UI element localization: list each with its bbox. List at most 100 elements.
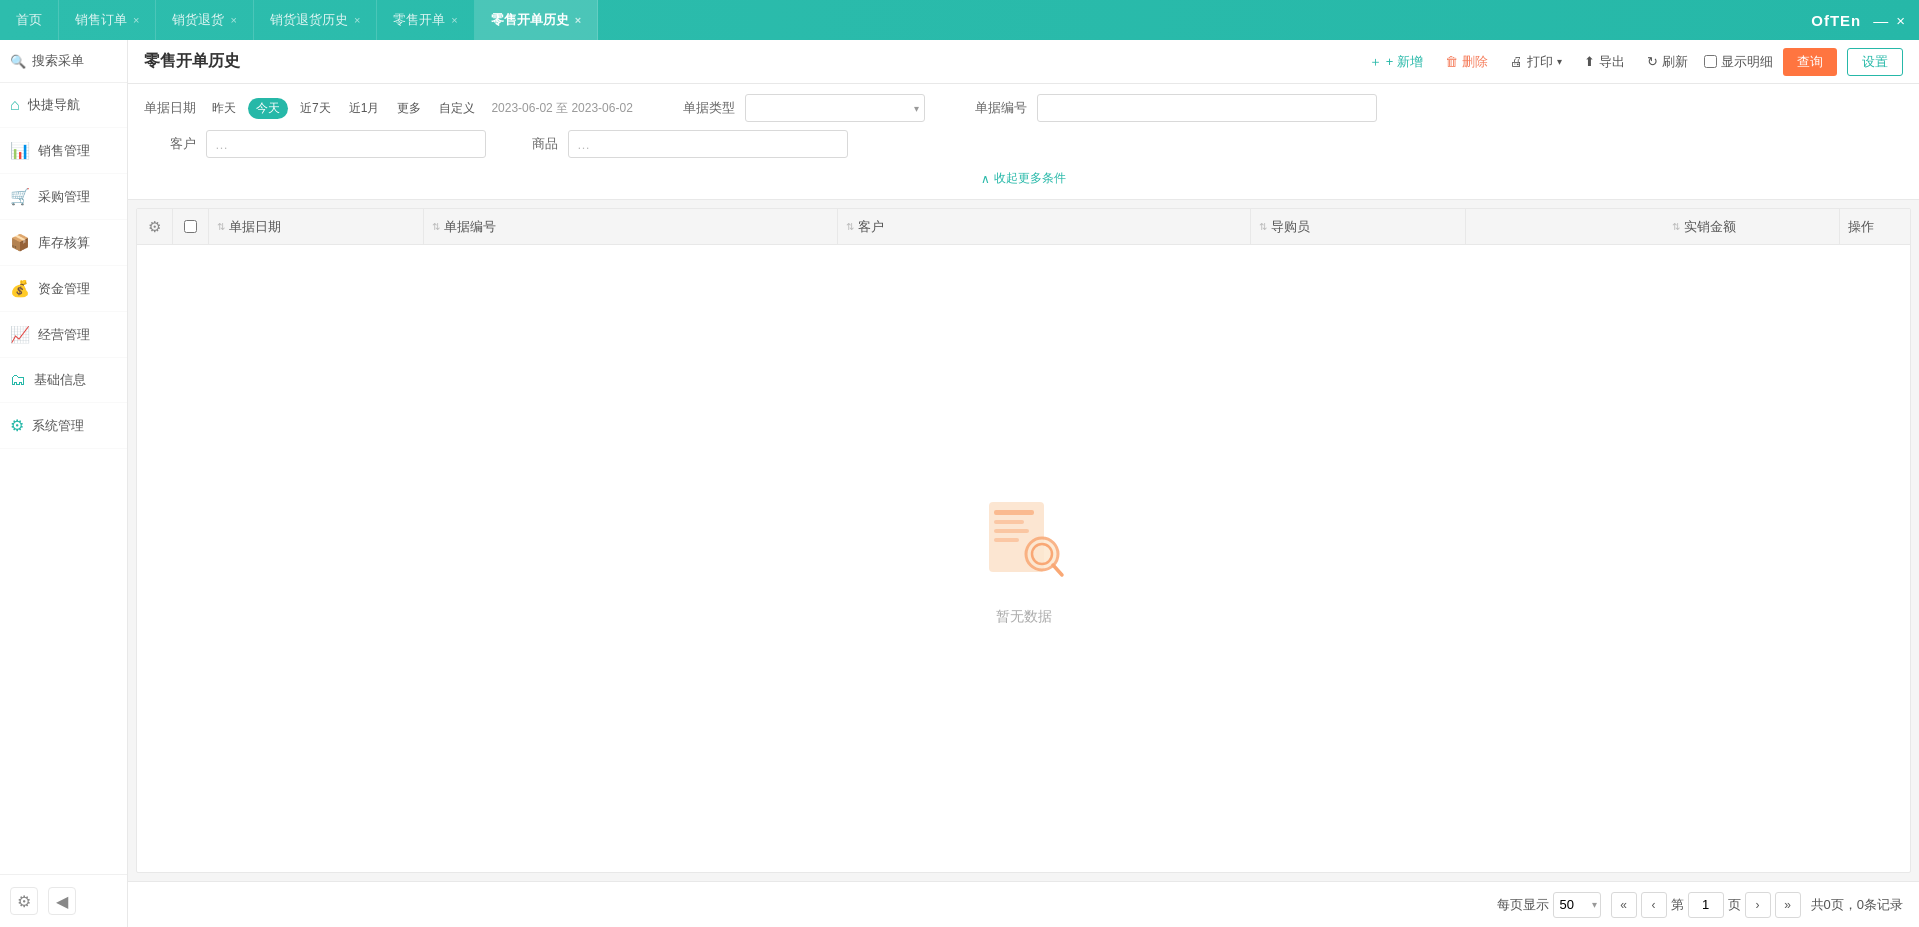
settings-button[interactable]: 设置 [1847, 48, 1903, 76]
tab-sales-return-history[interactable]: 销货退货历史 × [254, 0, 377, 40]
sidebar-item-purchase-mgmt[interactable]: 🛒 采购管理 [0, 174, 127, 220]
sidebar-item-operations[interactable]: 📈 经营管理 [0, 312, 127, 358]
tab-retail-open[interactable]: 零售开单 × [377, 0, 474, 40]
per-page-wrap: 每页显示 10 20 50 100 ▾ [1497, 892, 1601, 918]
sidebar: 🔍 搜索采单 ⌂ 快捷导航 📊 销售管理 🛒 采购管理 📦 库存核算 💰 资金管… [0, 40, 128, 927]
export-icon: ⬆ [1584, 54, 1595, 69]
total-label: 共0页，0条记录 [1811, 896, 1903, 914]
sidebar-item-sales-mgmt[interactable]: 📊 销售管理 [0, 128, 127, 174]
sort-number-icon[interactable]: ⇅ [432, 221, 440, 232]
sidebar-item-system-mgmt-label: 系统管理 [32, 417, 84, 435]
th-amount: ⇅ 实销金额 [1664, 209, 1840, 244]
print-caret: ▾ [1557, 56, 1562, 67]
tab-sales-return-history-label: 销货退货历史 [270, 11, 348, 29]
th-guide-label: 导购员 [1271, 218, 1310, 236]
th-amount-label: 实销金额 [1684, 218, 1736, 236]
date-range-text: 2023-06-02 至 2023-06-02 [491, 100, 632, 117]
type-select[interactable] [745, 94, 925, 122]
first-page-btn[interactable]: « [1611, 892, 1637, 918]
next-icon: › [1756, 898, 1760, 912]
th-actions: 操作 [1840, 209, 1910, 244]
table-area: ⚙ ⇅ 单据日期 ⇅ 单据编号 ⇅ 客户 ⇅ [136, 208, 1911, 873]
tab-list: 首页 销售订单 × 销货退货 × 销货退货历史 × 零售开单 × 零售开单历史 … [0, 0, 1797, 40]
tab-home[interactable]: 首页 [0, 0, 59, 40]
empty-state: 暂无数据 [137, 245, 1910, 872]
collapse-sidebar-btn[interactable]: ◀ [48, 887, 76, 915]
custom-date-btn[interactable]: 自定义 [433, 98, 481, 119]
month-btn[interactable]: 近1月 [343, 98, 386, 119]
th-settings-icon: ⚙ [148, 218, 161, 236]
sort-date-icon[interactable]: ⇅ [217, 221, 225, 232]
sort-customer-icon[interactable]: ⇅ [846, 221, 854, 232]
week-btn[interactable]: 近7天 [294, 98, 337, 119]
page-nav: « ‹ 第 页 › » [1611, 892, 1801, 918]
tab-retail-open-close[interactable]: × [451, 14, 457, 26]
print-button[interactable]: 🖨 打印 ▾ [1504, 49, 1568, 75]
refresh-icon: ↻ [1647, 54, 1658, 69]
display-detail-input[interactable] [1704, 55, 1717, 68]
display-detail-label: 显示明细 [1721, 53, 1773, 71]
tab-sales-order[interactable]: 销售订单 × [59, 0, 156, 40]
filter-row-1: 单据日期 昨天 今天 近7天 近1月 更多 自定义 2023-06-02 至 2… [144, 94, 1903, 122]
gear-icon: ⚙ [17, 892, 31, 911]
print-icon: 🖨 [1510, 54, 1523, 69]
export-label: 导出 [1599, 53, 1625, 71]
sidebar-item-finance[interactable]: 💰 资金管理 [0, 266, 127, 312]
tab-sales-return-close[interactable]: × [230, 14, 236, 26]
sidebar-item-inventory[interactable]: 📦 库存核算 [0, 220, 127, 266]
inventory-icon: 📦 [10, 233, 30, 252]
th-date: ⇅ 单据日期 [209, 209, 424, 244]
page-suffix: 页 [1728, 896, 1741, 914]
today-btn[interactable]: 今天 [248, 98, 288, 119]
goods-input[interactable]: … [568, 130, 848, 158]
th-number: ⇅ 单据编号 [424, 209, 837, 244]
sidebar-item-sales-mgmt-label: 销售管理 [38, 142, 90, 160]
next-page-btn[interactable]: › [1745, 892, 1771, 918]
prev-page-btn[interactable]: ‹ [1641, 892, 1667, 918]
sidebar-item-base-info[interactable]: 🗂 基础信息 [0, 358, 127, 403]
sales-mgmt-icon: 📊 [10, 141, 30, 160]
page-num-input[interactable] [1688, 892, 1724, 918]
select-all-checkbox[interactable] [184, 220, 197, 233]
export-button[interactable]: ⬆ 导出 [1578, 49, 1631, 75]
customer-input[interactable]: … [206, 130, 486, 158]
last-page-btn[interactable]: » [1775, 892, 1801, 918]
per-page-select[interactable]: 10 20 50 100 [1553, 892, 1601, 918]
th-checkbox[interactable] [173, 209, 209, 244]
collapse-more-btn[interactable]: ∧ 收起更多条件 [144, 166, 1903, 189]
window-controls: — × [1873, 12, 1905, 29]
refresh-button[interactable]: ↻ 刷新 [1641, 49, 1694, 75]
sort-amount-icon[interactable]: ⇅ [1672, 221, 1680, 232]
main-layout: 🔍 搜索采单 ⌂ 快捷导航 📊 销售管理 🛒 采购管理 📦 库存核算 💰 资金管… [0, 40, 1919, 927]
delete-icon: 🗑 [1445, 54, 1458, 69]
tab-sales-order-close[interactable]: × [133, 14, 139, 26]
minimize-btn[interactable]: — [1873, 12, 1888, 29]
per-page-label: 每页显示 [1497, 896, 1549, 914]
purchase-mgmt-icon: 🛒 [10, 187, 30, 206]
tab-retail-open-history[interactable]: 零售开单历史 × [475, 0, 598, 40]
sidebar-item-inventory-label: 库存核算 [38, 234, 90, 252]
sidebar-search[interactable]: 🔍 搜索采单 [0, 40, 127, 83]
tab-sales-return-history-close[interactable]: × [354, 14, 360, 26]
sidebar-item-system-mgmt[interactable]: ⚙ 系统管理 [0, 403, 127, 449]
more-date-btn[interactable]: 更多 [391, 98, 427, 119]
th-settings[interactable]: ⚙ [137, 209, 173, 244]
delete-button[interactable]: 🗑 删除 [1439, 49, 1494, 75]
quick-nav-icon: ⌂ [10, 96, 20, 114]
settings-btn[interactable]: ⚙ [10, 887, 38, 915]
toolbar-actions: ＋ + 新增 🗑 删除 🖨 打印 ▾ ⬆ 导出 ↻ [1363, 48, 1903, 76]
tab-sales-return[interactable]: 销货退货 × [156, 0, 253, 40]
sort-guide-icon[interactable]: ⇅ [1259, 221, 1267, 232]
goods-filter-label: 商品 [506, 135, 558, 153]
sidebar-item-quick-nav[interactable]: ⌂ 快捷导航 [0, 83, 127, 128]
number-input[interactable] [1037, 94, 1377, 122]
add-button[interactable]: ＋ + 新增 [1363, 49, 1429, 75]
close-btn[interactable]: × [1896, 12, 1905, 29]
th-customer: ⇅ 客户 [838, 209, 1251, 244]
yesterday-btn[interactable]: 昨天 [206, 98, 242, 119]
display-detail-checkbox[interactable]: 显示明细 [1704, 53, 1773, 71]
query-label: 查询 [1797, 53, 1823, 71]
th-customer-label: 客户 [858, 218, 884, 236]
tab-retail-open-history-close[interactable]: × [575, 14, 581, 26]
query-button[interactable]: 查询 [1783, 48, 1837, 76]
